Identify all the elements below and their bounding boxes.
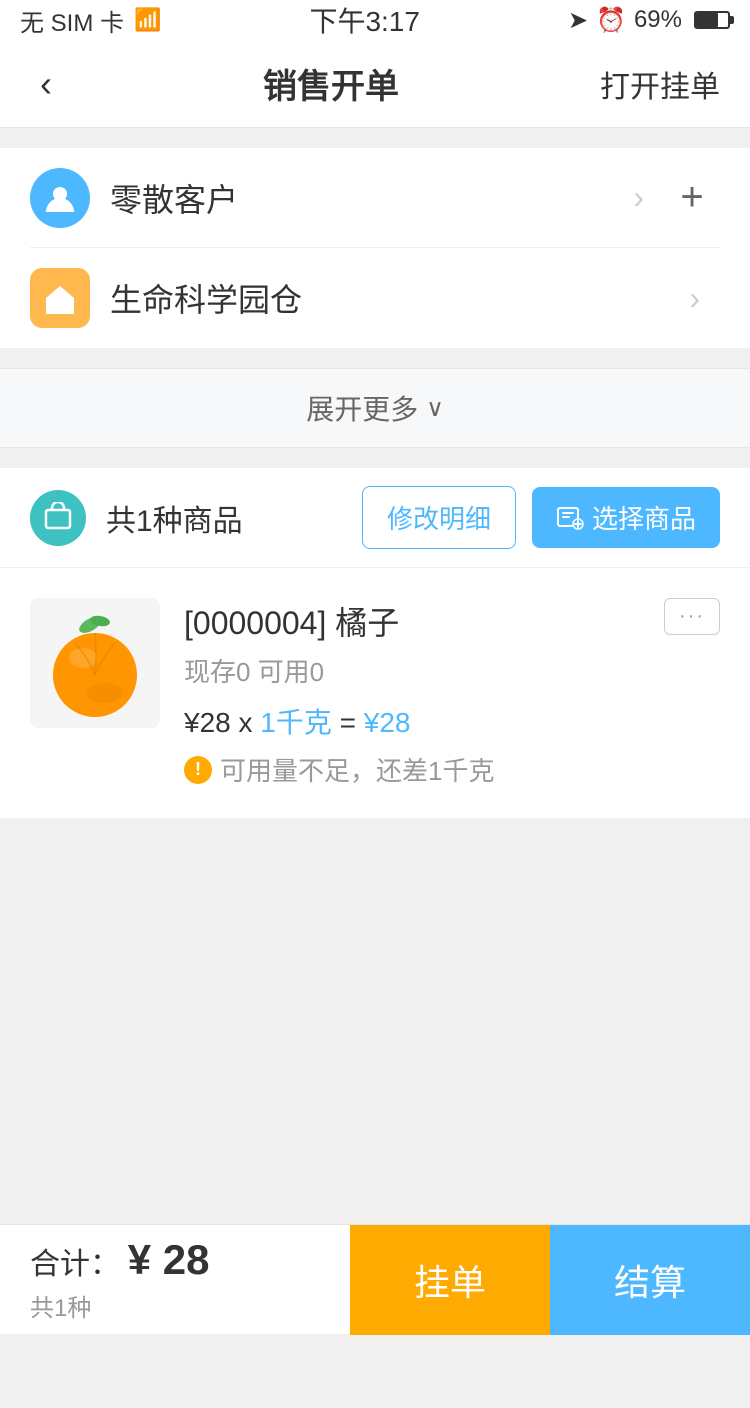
product-item: [0000004] 橘子 现存0 可用0 ¥28 x 1千克 = ¥28 ! 可… <box>0 568 750 818</box>
select-product-label: 选择商品 <box>592 499 696 536</box>
divider-2 <box>0 348 750 368</box>
checkout-button[interactable]: 结算 <box>550 1225 750 1335</box>
product-multiplier: x <box>239 707 253 738</box>
warehouse-chevron-icon: › <box>689 280 700 317</box>
location-icon: ➤ <box>568 6 588 35</box>
warehouse-row[interactable]: 生命科学园仓 › <box>30 248 720 348</box>
status-left: 无 SIM 卡 📶 <box>20 3 161 38</box>
alarm-icon: ⏰ <box>596 6 626 35</box>
orange-image <box>35 603 155 723</box>
nav-bar: ‹ 销售开单 打开挂单 <box>0 40 750 128</box>
more-options-button[interactable]: ··· <box>664 598 720 635</box>
divider-3 <box>0 448 750 468</box>
select-product-icon <box>556 504 584 532</box>
warehouse-name: 生命科学园仓 <box>110 275 689 321</box>
product-count-icon <box>30 490 86 546</box>
status-time: 下午3:17 <box>309 0 420 40</box>
customer-section: 零散客户 › + <box>0 148 750 248</box>
product-stock: 现存0 可用0 <box>184 652 720 689</box>
status-bar: 无 SIM 卡 📶 下午3:17 ➤ ⏰ 69% <box>0 0 750 40</box>
expand-arrow-icon: ∨ <box>426 394 444 423</box>
cart-icon <box>42 502 74 534</box>
footer-sub-label: 共1种 <box>30 1288 350 1323</box>
total-label: 合计： <box>30 1248 120 1281</box>
warehouse-building-icon <box>42 280 78 316</box>
status-right: ➤ ⏰ 69% <box>568 6 730 35</box>
product-title: [0000004] 橘子 <box>184 598 720 644</box>
product-count-text: 共1种商品 <box>106 496 362 540</box>
customer-row[interactable]: 零散客户 › + <box>30 148 720 248</box>
footer-total: 合计： ¥ 28 共1种 <box>0 1236 350 1323</box>
product-quantity: 1千克 <box>260 707 332 738</box>
total-amount: ¥ 28 <box>128 1236 210 1283</box>
modify-detail-button[interactable]: 修改明细 <box>362 486 516 549</box>
back-button[interactable]: ‹ <box>30 53 62 115</box>
warehouse-icon <box>30 268 90 328</box>
carrier-text: 无 SIM 卡 <box>20 3 124 38</box>
product-code: [0000004] <box>184 605 326 641</box>
product-price-row: ¥28 x 1千克 = ¥28 <box>184 701 720 741</box>
warning-text: 可用量不足，还差1千克 <box>220 751 494 788</box>
divider-1 <box>0 128 750 148</box>
select-product-button[interactable]: 选择商品 <box>532 487 720 548</box>
page-title: 销售开单 <box>263 59 399 108</box>
customer-avatar <box>30 168 90 228</box>
warning-icon: ! <box>184 756 212 784</box>
hang-button[interactable]: 挂单 <box>350 1225 550 1335</box>
expand-more-button[interactable]: 展开更多 ∨ <box>0 368 750 448</box>
wifi-icon: 📶 <box>134 7 161 33</box>
products-header: 共1种商品 修改明细 选择商品 <box>0 468 750 568</box>
warehouse-section: 生命科学园仓 › <box>0 248 750 348</box>
add-customer-button[interactable]: + <box>664 170 720 226</box>
product-warning: ! 可用量不足，还差1千克 <box>184 751 720 788</box>
avatar-icon <box>42 180 78 216</box>
product-equals: = <box>340 707 356 738</box>
product-info: [0000004] 橘子 现存0 可用0 ¥28 x 1千克 = ¥28 ! 可… <box>184 598 720 788</box>
footer: 合计： ¥ 28 共1种 挂单 结算 <box>0 1224 750 1334</box>
product-name: 橘子 <box>335 605 399 641</box>
product-image <box>30 598 160 728</box>
product-unit-price: ¥28 <box>184 707 231 738</box>
chevron-right-icon: › <box>633 179 644 216</box>
battery-icon <box>694 11 730 29</box>
battery-percent: 69% <box>634 6 682 34</box>
customer-name: 零散客户 <box>110 175 633 221</box>
footer-total-line: 合计： ¥ 28 <box>30 1236 350 1284</box>
product-total: ¥28 <box>364 707 411 738</box>
expand-more-label: 展开更多 <box>306 388 418 428</box>
open-hang-button[interactable]: 打开挂单 <box>600 62 720 106</box>
